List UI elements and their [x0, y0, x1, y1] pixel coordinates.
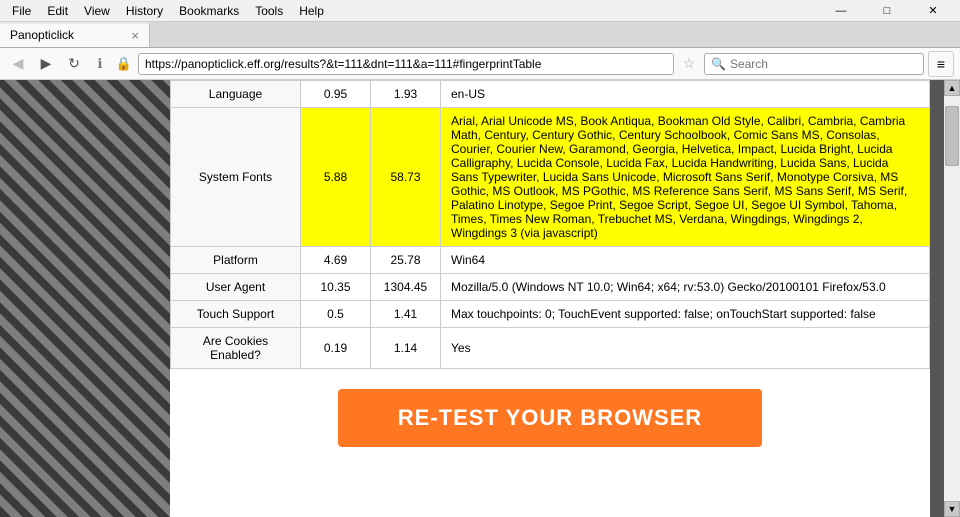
- row-value-language: en-US: [441, 81, 930, 108]
- menu-view[interactable]: View: [76, 2, 118, 20]
- zebra-decoration: [0, 80, 170, 517]
- back-button[interactable]: ◀: [6, 52, 30, 76]
- row-value-touch-support: Max touchpoints: 0; TouchEvent supported…: [441, 301, 930, 328]
- forward-button[interactable]: ▶: [34, 52, 58, 76]
- menu-tools[interactable]: Tools: [247, 2, 291, 20]
- table-row: Are Cookies Enabled? 0.19 1.14 Yes: [171, 328, 930, 369]
- refresh-button[interactable]: ↻: [62, 52, 86, 76]
- scroll-thumb[interactable]: [945, 106, 959, 166]
- browser-menu-button[interactable]: ≡: [928, 51, 954, 77]
- row-value-user-agent: Mozilla/5.0 (Windows NT 10.0; Win64; x64…: [441, 274, 930, 301]
- table-row: Touch Support 0.5 1.41 Max touchpoints: …: [171, 301, 930, 328]
- table-row: System Fonts 5.88 58.73 Arial, Arial Uni…: [171, 108, 930, 247]
- minimize-button[interactable]: —: [818, 0, 864, 22]
- right-sidebar: ▲ ▼: [930, 80, 960, 517]
- tab-bar: Panopticlick ×: [0, 22, 960, 48]
- fingerprint-table: Language 0.95 1.93 en-US System Fonts 5.…: [170, 80, 930, 369]
- row-value-platform: Win64: [441, 247, 930, 274]
- scrollbar: ▲ ▼: [944, 80, 960, 517]
- menu-file[interactable]: File: [4, 2, 39, 20]
- bookmark-star-button[interactable]: ☆: [678, 53, 700, 75]
- table-row: Language 0.95 1.93 en-US: [171, 81, 930, 108]
- left-sidebar: [0, 80, 170, 517]
- lock-icon: 🔒: [114, 54, 134, 74]
- row-bits-platform: 4.69: [301, 247, 371, 274]
- tab-title: Panopticlick: [10, 28, 74, 42]
- tab-close-button[interactable]: ×: [131, 28, 139, 43]
- table-row: User Agent 10.35 1304.45 Mozilla/5.0 (Wi…: [171, 274, 930, 301]
- row-name-touch-support: Touch Support: [171, 301, 301, 328]
- row-onein-touch-support: 1.41: [371, 301, 441, 328]
- search-icon: 🔍: [711, 57, 726, 71]
- row-name-language: Language: [171, 81, 301, 108]
- cta-container: RE-TEST YOUR BROWSER: [170, 369, 930, 457]
- row-bits-cookies: 0.19: [301, 328, 371, 369]
- row-onein-cookies: 1.14: [371, 328, 441, 369]
- row-value-system-fonts: Arial, Arial Unicode MS, Book Antiqua, B…: [441, 108, 930, 247]
- menu-edit[interactable]: Edit: [39, 2, 76, 20]
- row-bits-touch-support: 0.5: [301, 301, 371, 328]
- scroll-track[interactable]: [944, 96, 960, 501]
- scroll-down-button[interactable]: ▼: [944, 501, 960, 517]
- row-onein-user-agent: 1304.45: [371, 274, 441, 301]
- row-onein-language: 1.93: [371, 81, 441, 108]
- menu-bar: File Edit View History Bookmarks Tools H…: [0, 0, 960, 22]
- row-name-platform: Platform: [171, 247, 301, 274]
- search-box: 🔍: [704, 53, 924, 75]
- row-name-user-agent: User Agent: [171, 274, 301, 301]
- table-row: Platform 4.69 25.78 Win64: [171, 247, 930, 274]
- info-icon: ℹ: [90, 54, 110, 74]
- page-content: Language 0.95 1.93 en-US System Fonts 5.…: [170, 80, 930, 517]
- row-name-cookies: Are Cookies Enabled?: [171, 328, 301, 369]
- window-controls: — □ ✕: [818, 0, 956, 22]
- row-name-system-fonts: System Fonts: [171, 108, 301, 247]
- row-onein-system-fonts: 58.73: [371, 108, 441, 247]
- nav-bar: ◀ ▶ ↻ ℹ 🔒 ☆ 🔍 ≡: [0, 48, 960, 80]
- row-onein-platform: 25.78: [371, 247, 441, 274]
- row-bits-language: 0.95: [301, 81, 371, 108]
- row-bits-user-agent: 10.35: [301, 274, 371, 301]
- close-button[interactable]: ✕: [910, 0, 956, 22]
- maximize-button[interactable]: □: [864, 0, 910, 22]
- search-input[interactable]: [730, 57, 917, 71]
- row-bits-system-fonts: 5.88: [301, 108, 371, 247]
- row-value-cookies: Yes: [441, 328, 930, 369]
- menu-history[interactable]: History: [118, 2, 171, 20]
- menu-bookmarks[interactable]: Bookmarks: [171, 2, 247, 20]
- scroll-up-button[interactable]: ▲: [944, 80, 960, 96]
- url-bar[interactable]: [138, 53, 674, 75]
- tab-panopticlick[interactable]: Panopticlick ×: [0, 22, 150, 47]
- main-content: Language 0.95 1.93 en-US System Fonts 5.…: [0, 80, 960, 517]
- menu-help[interactable]: Help: [291, 2, 332, 20]
- retest-button[interactable]: RE-TEST YOUR BROWSER: [338, 389, 762, 447]
